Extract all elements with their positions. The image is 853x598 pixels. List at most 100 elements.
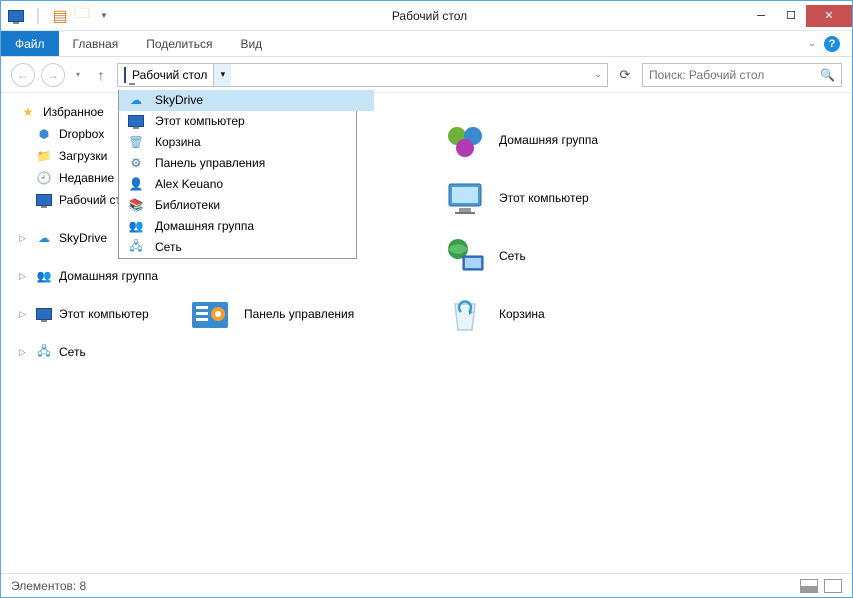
sidebar-homegroup[interactable]: ▷ 👥 Домашняя группа: [5, 265, 162, 287]
dropdown-item-homegroup[interactable]: 👥 Домашняя группа: [119, 216, 374, 237]
item-label: Корзина: [499, 307, 545, 321]
title-bar: | ▤ 🗀 ▼ Рабочий стол ─ ☐ ✕: [1, 1, 852, 31]
dropdown-item-label: Панель управления: [155, 156, 265, 170]
network-icon: [441, 232, 489, 280]
maximize-button[interactable]: ☐: [776, 5, 806, 27]
dropdown-item-skydrive[interactable]: ☁ SkyDrive: [119, 90, 374, 111]
expand-icon[interactable]: ▷: [19, 233, 29, 244]
dropdown-item-computer[interactable]: Этот компьютер: [119, 111, 374, 132]
sidebar-label: Этот компьютер: [59, 307, 149, 321]
network-icon: 🖧: [127, 239, 145, 255]
details-view-button[interactable]: [800, 579, 818, 593]
dropdown-item-network[interactable]: 🖧 Сеть: [119, 237, 374, 258]
navigation-bar: ← → ▾ ↑ Рабочий стол ▾ ⌄ ☁ SkyDrive Этот…: [1, 57, 852, 93]
qat-dropdown-icon[interactable]: ▼: [95, 7, 113, 25]
sidebar-network[interactable]: ▷ 🖧 Сеть: [5, 341, 162, 363]
libraries-icon: 📚: [127, 197, 145, 213]
homegroup-icon: 👥: [127, 218, 145, 234]
desktop-icon: [35, 192, 53, 208]
recycle-bin-icon: 🗑: [127, 134, 145, 150]
sidebar-label: Домашняя группа: [59, 269, 158, 283]
user-icon: 👤: [127, 176, 145, 192]
properties-icon[interactable]: ▤: [51, 7, 69, 25]
dropdown-item-label: Корзина: [155, 135, 201, 149]
window-controls: ─ ☐ ✕: [746, 5, 852, 27]
sidebar-computer[interactable]: ▷ Этот компьютер: [5, 303, 162, 325]
skydrive-icon: ☁: [35, 230, 53, 246]
address-location[interactable]: Рабочий стол: [118, 64, 213, 86]
dropdown-item-user[interactable]: 👤 Alex Keuano: [119, 174, 374, 195]
item-computer[interactable]: Этот компьютер: [431, 169, 686, 227]
dropdown-item-libraries[interactable]: 📚 Библиотеки: [119, 195, 374, 216]
address-history-icon[interactable]: ⌄: [589, 69, 607, 80]
tab-home[interactable]: Главная: [59, 31, 133, 56]
item-label: Домашняя группа: [499, 133, 598, 147]
homegroup-icon: 👥: [35, 268, 53, 284]
up-button[interactable]: ↑: [91, 65, 111, 85]
icons-view-button[interactable]: [824, 579, 842, 593]
qat-separator: |: [29, 7, 47, 25]
downloads-icon: 📁: [35, 148, 53, 164]
minimize-button[interactable]: ─: [746, 5, 776, 27]
dropdown-item-control-panel[interactable]: ⚙ Панель управления: [119, 153, 374, 174]
recent-icon: 🕘: [35, 170, 53, 186]
item-label: Этот компьютер: [499, 191, 589, 205]
dropdown-item-label: Этот компьютер: [155, 114, 245, 128]
computer-icon: [127, 113, 145, 129]
history-dropdown-icon[interactable]: ▾: [71, 63, 85, 87]
refresh-button[interactable]: ⟳: [614, 63, 636, 87]
dropdown-item-label: Домашняя группа: [155, 219, 254, 233]
sidebar-label: Загрузки: [59, 149, 107, 163]
recycle-bin-icon: [441, 290, 489, 338]
expand-icon[interactable]: ▷: [19, 347, 29, 358]
dropdown-item-recycle-bin[interactable]: 🗑 Корзина: [119, 132, 374, 153]
item-control-panel[interactable]: Панель управления: [176, 285, 431, 343]
ribbon-expand-icon[interactable]: ⌄: [808, 38, 816, 49]
control-panel-icon: [186, 290, 234, 338]
tab-share[interactable]: Поделиться: [132, 31, 226, 56]
expand-icon[interactable]: ▷: [19, 271, 29, 282]
dropdown-item-label: SkyDrive: [155, 93, 203, 107]
desktop-icon: [124, 68, 126, 82]
help-icon[interactable]: ?: [824, 36, 840, 52]
sidebar-label: Dropbox: [59, 127, 104, 141]
ribbon-tabs: Файл Главная Поделиться Вид ⌄ ?: [1, 31, 852, 57]
window-title: Рабочий стол: [113, 9, 746, 23]
search-input[interactable]: [649, 68, 820, 82]
skydrive-icon: ☁: [127, 92, 145, 108]
item-homegroup[interactable]: Домашняя группа: [431, 111, 686, 169]
address-dropdown-button[interactable]: ▾: [213, 64, 231, 86]
favorites-icon: ★: [19, 104, 37, 120]
status-bar: Элементов: 8: [1, 573, 852, 597]
sidebar-label: Избранное: [43, 105, 104, 119]
view-switcher: [800, 579, 842, 593]
address-dropdown-menu: ☁ SkyDrive Этот компьютер 🗑 Корзина ⚙ Па…: [118, 90, 357, 259]
close-button[interactable]: ✕: [806, 5, 852, 27]
expand-icon[interactable]: ▷: [19, 309, 29, 320]
search-box[interactable]: 🔍: [642, 63, 842, 87]
new-folder-icon[interactable]: 🗀: [73, 7, 91, 25]
file-tab[interactable]: Файл: [1, 31, 59, 56]
quick-access-toolbar: | ▤ 🗀 ▼: [1, 7, 113, 25]
control-panel-icon: ⚙: [127, 155, 145, 171]
item-label: Панель управления: [244, 307, 354, 321]
dropbox-icon: ⬢: [35, 126, 53, 142]
item-network[interactable]: Сеть: [431, 227, 686, 285]
tab-view[interactable]: Вид: [226, 31, 276, 56]
address-bar[interactable]: Рабочий стол ▾ ⌄ ☁ SkyDrive Этот компьют…: [117, 63, 608, 87]
dropdown-item-label: Alex Keuano: [155, 177, 223, 191]
search-icon[interactable]: 🔍: [820, 68, 835, 82]
dropdown-item-label: Сеть: [155, 240, 182, 254]
address-text: Рабочий стол: [132, 68, 207, 82]
sidebar-label: Сеть: [59, 345, 86, 359]
network-icon: 🖧: [35, 344, 53, 360]
computer-icon: [441, 174, 489, 222]
forward-button[interactable]: →: [41, 63, 65, 87]
item-label: Сеть: [499, 249, 526, 263]
item-recycle-bin[interactable]: Корзина: [431, 285, 686, 343]
status-item-count: Элементов: 8: [11, 579, 86, 593]
back-button[interactable]: ←: [11, 63, 35, 87]
homegroup-icon: [441, 116, 489, 164]
sidebar-label: SkyDrive: [59, 231, 107, 245]
computer-icon: [35, 306, 53, 322]
